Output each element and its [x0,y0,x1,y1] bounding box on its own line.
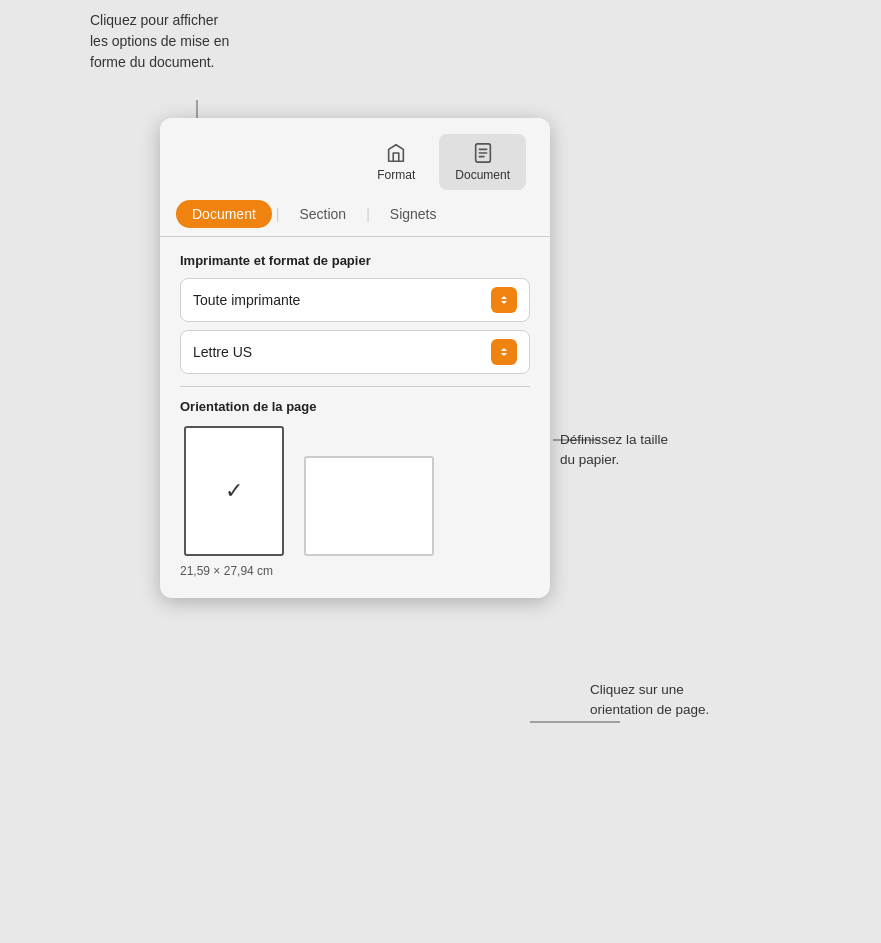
portrait-option[interactable]: ✓ [184,426,284,556]
format-tab-button[interactable]: Format [361,134,431,190]
paper-size-value: Lettre US [193,344,252,360]
tooltip-text: Cliquez pour afficher les options de mis… [90,10,229,73]
printer-section-title: Imprimante et format de papier [180,253,530,268]
landscape-page[interactable] [304,456,434,556]
orientation-title: Orientation de la page [180,399,530,414]
tab-bookmarks[interactable]: Signets [374,200,453,228]
tab-separator-2: | [366,206,370,222]
landscape-option[interactable] [304,456,434,556]
portrait-page[interactable]: ✓ [184,426,284,556]
dimensions-label: 21,59 × 27,94 cm [180,564,530,578]
printer-stepper[interactable] [491,287,517,313]
panel-content: Imprimante et format de papier Toute imp… [160,253,550,578]
portrait-checkmark: ✓ [225,478,243,504]
orientation-options: ✓ [180,426,530,556]
tab-document[interactable]: Document [176,200,272,228]
tab-separator-1: | [276,206,280,222]
paper-size-select-row[interactable]: Lettre US [180,330,530,374]
printer-value: Toute imprimante [193,292,300,308]
toolbar: Format Document [160,118,550,200]
format-panel: Format Document Document | Section | Sig… [160,118,550,598]
section-divider [180,386,530,387]
document-tab-button[interactable]: Document [439,134,526,190]
callout-orientation: Cliquez sur une orientation de page. [590,680,709,721]
paper-size-stepper[interactable] [491,339,517,365]
orientation-section: Orientation de la page ✓ 21,59 × 27,94 c… [180,399,530,578]
tab-bar: Document | Section | Signets [160,200,550,237]
tab-section[interactable]: Section [283,200,362,228]
callout-paper-size: Définissez la taille du papier. [560,430,668,471]
printer-select-row[interactable]: Toute imprimante [180,278,530,322]
